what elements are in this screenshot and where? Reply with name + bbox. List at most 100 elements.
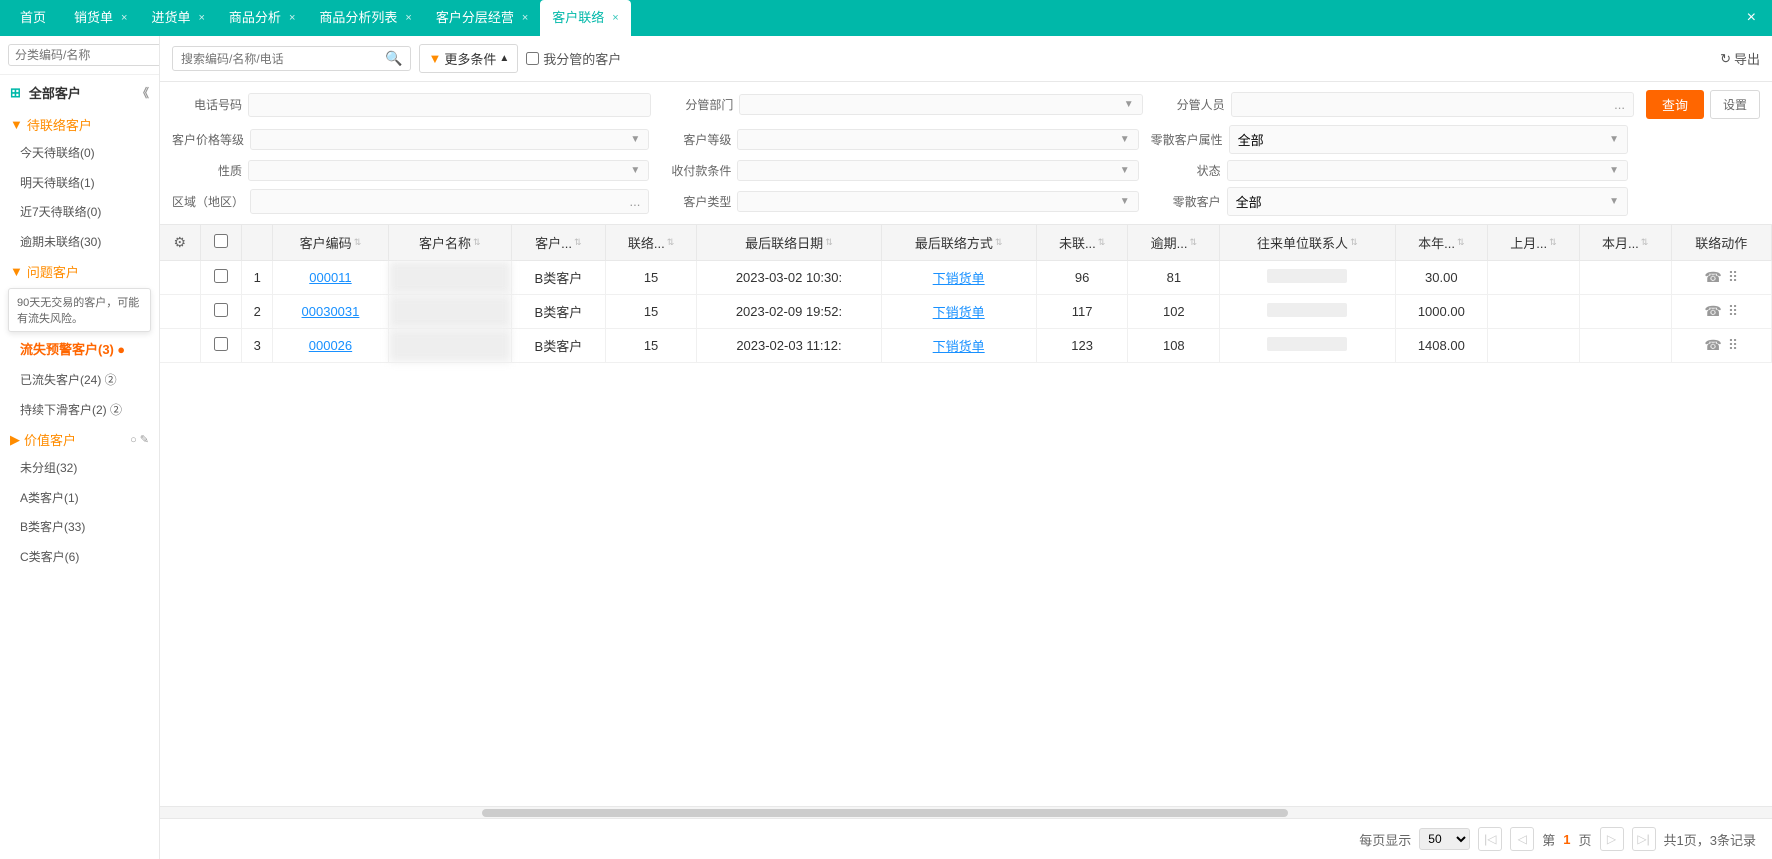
my-customers-checkbox-label[interactable]: 我分管的客户 [526, 49, 621, 68]
cell-index-1: 2 [242, 295, 273, 329]
sidebar-item-a-class[interactable]: A类客户(1) [0, 484, 159, 514]
close-window-icon[interactable]: × [1739, 9, 1764, 27]
last-page-button[interactable]: ▷| [1632, 827, 1656, 851]
sidebar-item-ungrouped[interactable]: 未分组(32) [0, 454, 159, 484]
prev-page-button[interactable]: ◁ [1510, 827, 1534, 851]
sidebar-all-customers[interactable]: ⊞ 全部客户 《 [0, 75, 159, 110]
filter-status-select[interactable]: ▼ [1227, 160, 1628, 181]
nav-item-product-analysis[interactable]: 商品分析 × [217, 0, 307, 36]
sort-icon-overdue[interactable]: ⇅ [1189, 237, 1197, 248]
scrollbar-thumb[interactable] [482, 809, 1288, 817]
contact-action-icon-1[interactable]: ☎ [1704, 303, 1721, 320]
main-layout: 🔍 ⊞ 全部客户 《 ▼ 待联络客户 今天待联络(0) 明天待联络(1) 近7天… [0, 36, 1772, 859]
table-settings-icon[interactable]: ⚙ [173, 234, 186, 250]
close-customer-contact-icon[interactable]: × [612, 0, 618, 36]
filter-retail: 零散客户 全部 ▼ [1151, 187, 1628, 216]
sort-icon-year[interactable]: ⇅ [1457, 237, 1465, 248]
cell-code-2[interactable]: 000026 [273, 329, 388, 363]
filter-price-grade-select[interactable]: ▼ [250, 129, 649, 150]
query-button[interactable]: 查询 [1646, 90, 1704, 119]
filter-retail-attr-select[interactable]: 全部 ▼ [1229, 125, 1628, 154]
sidebar-item-overdue[interactable]: 逾期未联络(30) [0, 228, 159, 258]
filter-phone-input[interactable] [248, 93, 651, 117]
horizontal-scrollbar[interactable] [160, 806, 1772, 818]
filter-customer-grade-select[interactable]: ▼ [737, 129, 1138, 150]
th-code: 客户编码 ⇅ [273, 225, 388, 261]
filter-retail-attr-label: 零散客户属性 [1151, 131, 1223, 148]
next-page-button[interactable]: ▷ [1600, 827, 1624, 851]
filter-manager-select[interactable]: ... [1231, 92, 1634, 117]
cell-last-month-1 [1488, 295, 1580, 329]
sidebar-item-churn-warning[interactable]: 流失预警客户(3) ● [0, 334, 159, 366]
sort-icon-code[interactable]: ⇅ [354, 237, 362, 248]
sort-icon-type[interactable]: ⇅ [574, 237, 582, 248]
cell-code-1[interactable]: 00030031 [273, 295, 388, 329]
sidebar-search-input[interactable] [8, 44, 160, 66]
contact-action-icon-0[interactable]: ☎ [1704, 269, 1721, 286]
sidebar-section-value[interactable]: ▶ 价值客户 ○ ✎ [0, 425, 159, 454]
cell-last-contact-type-0[interactable]: 下销货单 [881, 261, 1036, 295]
sidebar-item-7days[interactable]: 近7天待联络(0) [0, 198, 159, 228]
cell-code-0[interactable]: 000011 [273, 261, 388, 295]
sidebar-section-problem[interactable]: ▼ 问题客户 [0, 257, 159, 286]
settings-button[interactable]: 设置 [1710, 90, 1760, 119]
more-action-icon-0[interactable]: ⠿ [1728, 269, 1738, 286]
cell-last-contact-type-1[interactable]: 下销货单 [881, 295, 1036, 329]
cell-last-contact-type-2[interactable]: 下销货单 [881, 329, 1036, 363]
grid-icon: ⊞ [10, 85, 21, 101]
sort-icon-contact[interactable]: ⇅ [667, 237, 675, 248]
sidebar-item-b-class[interactable]: B类客户(33) [0, 513, 159, 543]
filter-customer-type: 客户类型 ▼ [661, 191, 1138, 212]
sidebar-item-c-class[interactable]: C类客户(6) [0, 543, 159, 573]
ellipsis-region: ... [629, 194, 640, 209]
export-button[interactable]: ↻ 导出 [1720, 49, 1760, 68]
select-all-checkbox[interactable] [214, 234, 228, 248]
sort-icon-not-contacted[interactable]: ⇅ [1098, 237, 1106, 248]
sort-icon-last-month[interactable]: ⇅ [1549, 237, 1557, 248]
sort-icon-this-month[interactable]: ⇅ [1641, 237, 1649, 248]
close-product-analysis-icon[interactable]: × [289, 0, 295, 36]
sort-icon-unit[interactable]: ⇅ [1350, 237, 1358, 248]
close-sales-icon[interactable]: × [121, 0, 127, 36]
filter-nature-select[interactable]: ▼ [248, 160, 649, 181]
collapse-icon[interactable]: 《 [137, 84, 149, 101]
filter-dept-select[interactable]: ▼ [739, 94, 1142, 115]
my-customers-checkbox[interactable] [526, 52, 539, 65]
close-customer-segment-icon[interactable]: × [522, 0, 528, 36]
nav-item-product-analysis-list[interactable]: 商品分析列表 × [307, 0, 423, 36]
nav-item-home[interactable]: 首页 [8, 0, 58, 36]
filter-phone: 电话号码 [172, 93, 651, 117]
more-action-icon-2[interactable]: ⠿ [1728, 337, 1738, 354]
nav-item-customer-segment[interactable]: 客户分层经营 × [424, 0, 540, 36]
close-product-analysis-list-icon[interactable]: × [405, 0, 411, 36]
sidebar-item-declining[interactable]: 持续下滑客户(2) ② [0, 396, 159, 426]
filter-customer-type-select[interactable]: ▼ [737, 191, 1138, 212]
nav-item-purchase[interactable]: 进货单 × [139, 0, 216, 36]
contact-action-icon-2[interactable]: ☎ [1704, 337, 1721, 354]
row-checkbox-2[interactable] [214, 337, 228, 351]
th-action: 联络动作 [1671, 225, 1772, 261]
filter-payment-select[interactable]: ▼ [737, 160, 1138, 181]
first-page-button[interactable]: |◁ [1478, 827, 1502, 851]
sort-icon-name[interactable]: ⇅ [473, 237, 481, 248]
sort-icon-date[interactable]: ⇅ [825, 237, 833, 248]
per-page-select[interactable]: 50 100 200 [1419, 828, 1470, 850]
more-action-icon-1[interactable]: ⠿ [1728, 303, 1738, 320]
row-checkbox-1[interactable] [214, 303, 228, 317]
sidebar-section-pending[interactable]: ▼ 待联络客户 [0, 110, 159, 139]
more-conditions-button[interactable]: ▼ 更多条件 ▲ [419, 44, 518, 73]
filter-retail-select[interactable]: 全部 ▼ [1227, 187, 1628, 216]
sort-icon-type2[interactable]: ⇅ [995, 237, 1003, 248]
close-purchase-icon[interactable]: × [198, 0, 204, 36]
top-nav: 首页 销货单 × 进货单 × 商品分析 × 商品分析列表 × 客户分层经营 × … [0, 0, 1772, 36]
nav-item-sales[interactable]: 销货单 × [62, 0, 139, 36]
cell-action-1: ☎ ⠿ [1671, 295, 1772, 329]
sidebar-item-tomorrow[interactable]: 明天待联络(1) [0, 169, 159, 199]
sidebar-item-churned[interactable]: 已流失客户(24) ② [0, 366, 159, 396]
filter-region-select[interactable]: ... [250, 189, 649, 214]
sidebar-item-today[interactable]: 今天待联络(0) [0, 139, 159, 169]
search-input[interactable] [181, 52, 381, 66]
nav-item-customer-contact[interactable]: 客户联络 × [540, 0, 630, 36]
row-checkbox-0[interactable] [214, 269, 228, 283]
search-icon-main[interactable]: 🔍 [385, 50, 402, 67]
